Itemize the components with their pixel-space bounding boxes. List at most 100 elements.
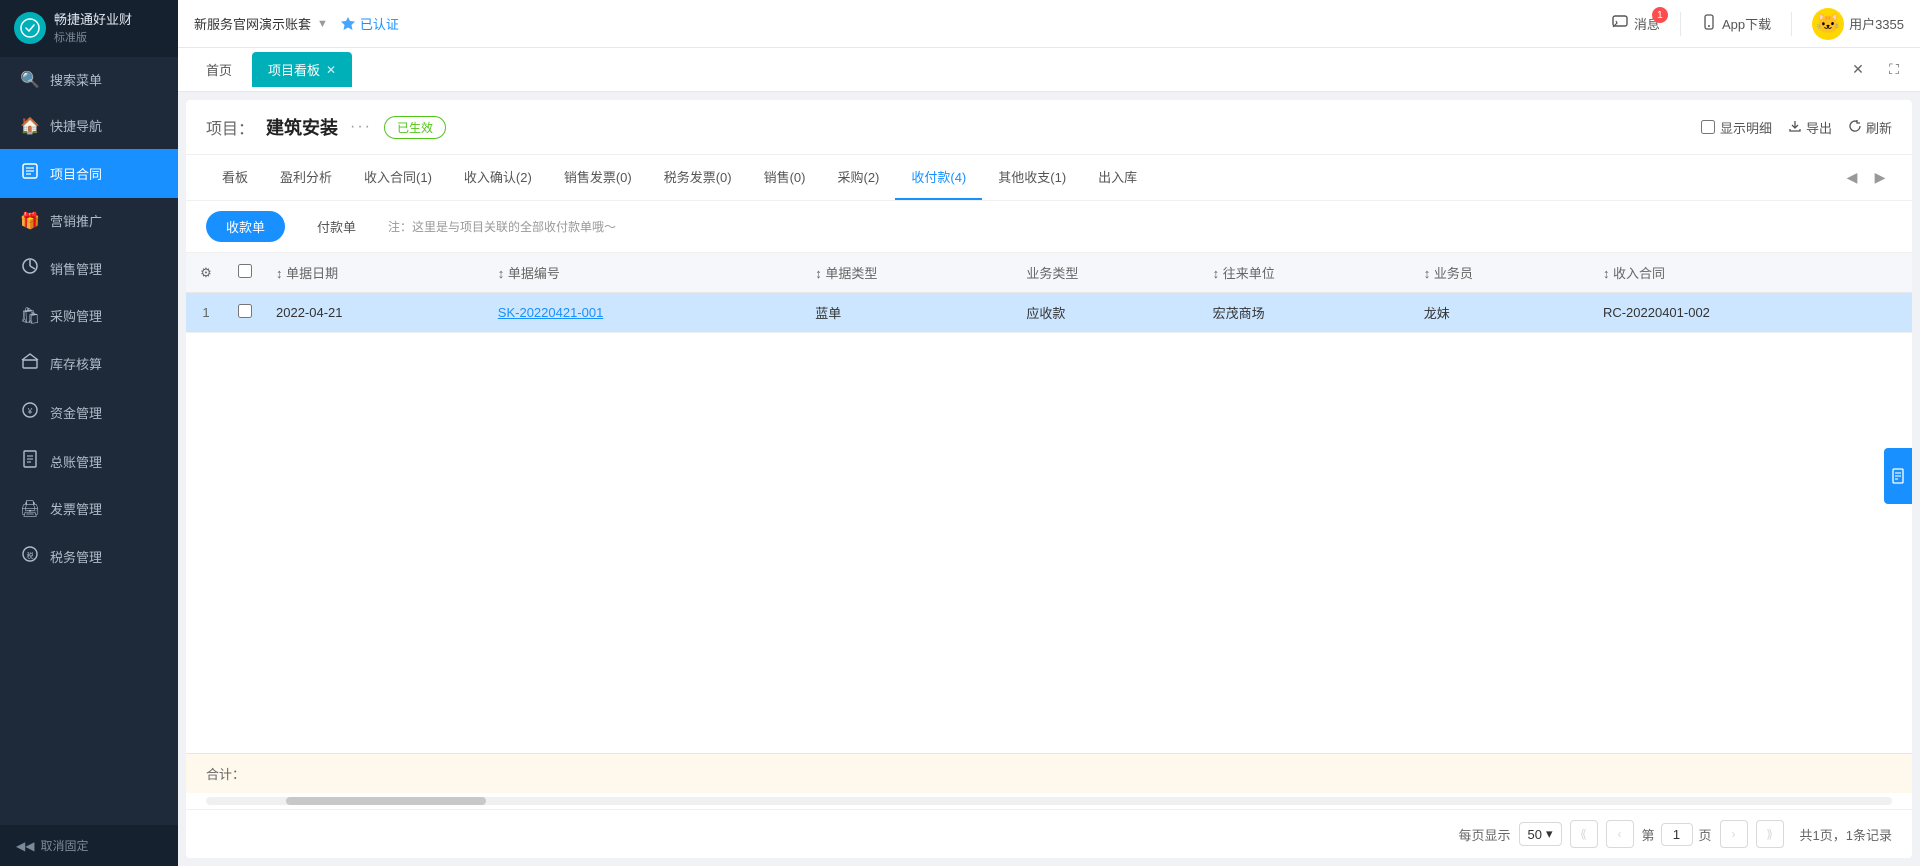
subtab-inout[interactable]: 出入库 bbox=[1082, 155, 1153, 200]
user-menu[interactable]: 🐱 用户3355 bbox=[1812, 8, 1904, 40]
data-table: ⚙ ↕ 单据日期 ↕ 单据编号 ↕ 单据类型 bbox=[186, 253, 1912, 333]
unpin-icon: ◀◀ bbox=[16, 839, 34, 853]
subtab-next-button[interactable]: ▶ bbox=[1868, 166, 1892, 190]
page-first-button[interactable]: ⟪ bbox=[1570, 820, 1598, 848]
project-title: 建筑安装 bbox=[266, 114, 338, 140]
th-checkbox bbox=[226, 253, 264, 293]
float-action-button[interactable] bbox=[1884, 448, 1912, 504]
subtab-nav: ◀ ▶ bbox=[1840, 166, 1892, 190]
page-size-select[interactable]: 50 ▾ bbox=[1519, 822, 1562, 846]
th-settings[interactable]: ⚙ bbox=[186, 253, 226, 293]
export-icon bbox=[1788, 119, 1802, 136]
table-row[interactable]: 1 2022-04-21 SK-20220421-001 蓝单 bbox=[186, 293, 1912, 333]
cell-income-contract: RC-20220401-002 bbox=[1591, 293, 1912, 333]
cell-type: 蓝单 bbox=[803, 293, 1014, 333]
sidebar-item-finance[interactable]: ¥ 资金管理 bbox=[0, 388, 178, 437]
subtab-kanban[interactable]: 看板 bbox=[206, 155, 264, 200]
page-next-button[interactable]: › bbox=[1720, 820, 1748, 848]
sidebar-item-purchase[interactable]: 🛍 采购管理 bbox=[0, 293, 178, 339]
th-partner[interactable]: ↕ 往来单位 bbox=[1201, 253, 1412, 293]
th-income-contract[interactable]: ↕ 收入合同 bbox=[1591, 253, 1912, 293]
scrollbar-track[interactable] bbox=[206, 797, 1892, 805]
app-download-button[interactable]: App下载 bbox=[1701, 14, 1771, 33]
divider bbox=[1680, 12, 1681, 36]
show-detail-input[interactable] bbox=[1701, 120, 1715, 134]
message-button[interactable]: 消息 1 bbox=[1611, 13, 1660, 34]
export-label: 导出 bbox=[1806, 118, 1832, 137]
tab-maximize-button[interactable]: ⛶ bbox=[1880, 56, 1908, 84]
tab-home[interactable]: 首页 bbox=[190, 52, 248, 87]
total-label: 合计： bbox=[206, 764, 245, 783]
project-label: 项目： bbox=[206, 115, 254, 139]
chart-icon bbox=[20, 257, 40, 280]
settings-icon[interactable]: ⚙ bbox=[200, 265, 212, 280]
page-prev-button[interactable]: ‹ bbox=[1606, 820, 1634, 848]
unpin-label: 取消固定 bbox=[40, 837, 88, 854]
doc-tab-payment[interactable]: 付款单 bbox=[297, 211, 376, 242]
sidebar-item-tax[interactable]: 税 税务管理 bbox=[0, 532, 178, 581]
sidebar-item-label: 项目合同 bbox=[50, 164, 102, 183]
th-salesperson[interactable]: ↕ 业务员 bbox=[1412, 253, 1591, 293]
unpin-button[interactable]: ◀◀ 取消固定 bbox=[0, 825, 178, 866]
sidebar-item-label: 发票管理 bbox=[50, 499, 102, 518]
cell-number[interactable]: SK-20220421-001 bbox=[486, 293, 803, 333]
subtabs: 看板 盈利分析 收入合同(1) 收入确认(2) 销售发票(0) 税务发票(0) … bbox=[186, 155, 1912, 201]
table-container: ⚙ ↕ 单据日期 ↕ 单据编号 ↕ 单据类型 bbox=[186, 253, 1912, 753]
doc-number-link[interactable]: SK-20220421-001 bbox=[498, 305, 604, 320]
sidebar-item-label: 库存核算 bbox=[50, 354, 102, 373]
account-dropdown-icon: ▼ bbox=[317, 18, 328, 30]
cell-partner: 宏茂商场 bbox=[1201, 293, 1412, 333]
sidebar-item-label: 资金管理 bbox=[50, 403, 102, 422]
gift-icon: 🎁 bbox=[20, 211, 40, 231]
doc-tabs: 收款单 付款单 注：这里是与项目关联的全部收付款单哦～ bbox=[186, 201, 1912, 253]
tab-close-icon[interactable]: ✕ bbox=[326, 63, 336, 77]
sidebar-item-label: 税务管理 bbox=[50, 547, 102, 566]
export-button[interactable]: 导出 bbox=[1788, 118, 1832, 137]
sidebar-item-label: 搜索菜单 bbox=[50, 70, 102, 89]
subtab-profit[interactable]: 盈利分析 bbox=[264, 155, 348, 200]
subtab-other-expense[interactable]: 其他收支(1) bbox=[982, 155, 1082, 200]
row-checkbox[interactable] bbox=[238, 304, 252, 318]
doc-tab-receipt[interactable]: 收款单 bbox=[206, 211, 285, 242]
sidebar-nav: 🔍 搜索菜单 🏠 快捷导航 项目合同 🎁 营销推广 bbox=[0, 57, 178, 825]
message-icon bbox=[1611, 13, 1629, 34]
sidebar-item-ledger[interactable]: 总账管理 bbox=[0, 437, 178, 486]
select-all-checkbox[interactable] bbox=[238, 264, 252, 278]
sidebar-item-invoice[interactable]: 🖨 发票管理 bbox=[0, 486, 178, 532]
subtab-purchase[interactable]: 采购(2) bbox=[821, 155, 895, 200]
th-biz-type: 业务类型 bbox=[1014, 253, 1200, 293]
sidebar-item-search[interactable]: 🔍 搜索菜单 bbox=[0, 57, 178, 103]
sidebar-item-marketing[interactable]: 🎁 营销推广 bbox=[0, 198, 178, 244]
tab-project-board[interactable]: 项目看板 ✕ bbox=[252, 52, 352, 87]
subtab-tax-invoice[interactable]: 税务发票(0) bbox=[648, 155, 748, 200]
th-type[interactable]: ↕ 单据类型 bbox=[803, 253, 1014, 293]
sidebar-item-inventory[interactable]: 库存核算 bbox=[0, 339, 178, 388]
th-date[interactable]: ↕ 单据日期 bbox=[264, 253, 486, 293]
th-date-label: ↕ 单据日期 bbox=[276, 266, 338, 281]
page-last-button[interactable]: ⟫ bbox=[1756, 820, 1784, 848]
subtab-receipt[interactable]: 收付款(4) bbox=[895, 155, 982, 200]
svg-text:¥: ¥ bbox=[27, 407, 33, 416]
show-detail-checkbox[interactable]: 显示明细 bbox=[1701, 118, 1772, 137]
page-number-input[interactable] bbox=[1661, 823, 1693, 846]
sidebar-item-project-contract[interactable]: 项目合同 bbox=[0, 149, 178, 198]
sidebar-item-sales[interactable]: 销售管理 bbox=[0, 244, 178, 293]
subtab-income-contract[interactable]: 收入合同(1) bbox=[348, 155, 448, 200]
th-number[interactable]: ↕ 单据编号 bbox=[486, 253, 803, 293]
scrollbar-thumb[interactable] bbox=[286, 797, 486, 805]
subtab-sales[interactable]: 销售(0) bbox=[748, 155, 822, 200]
subtab-prev-button[interactable]: ◀ bbox=[1840, 166, 1864, 190]
cell-checkbox bbox=[226, 293, 264, 333]
page-label: 第 bbox=[1642, 825, 1655, 844]
sidebar-item-quick-nav[interactable]: 🏠 快捷导航 bbox=[0, 103, 178, 149]
horizontal-scrollbar[interactable] bbox=[186, 793, 1912, 809]
search-icon: 🔍 bbox=[20, 70, 40, 90]
tabbar-controls: ✕ ⛶ bbox=[1844, 56, 1908, 84]
sidebar: 畅捷通好业财 标准版 🔍 搜索菜单 🏠 快捷导航 项目合同 bbox=[0, 0, 178, 866]
tab-minimize-button[interactable]: ✕ bbox=[1844, 56, 1872, 84]
subtab-sales-invoice[interactable]: 销售发票(0) bbox=[548, 155, 648, 200]
refresh-button[interactable]: 刷新 bbox=[1848, 118, 1892, 137]
subtab-income-confirm[interactable]: 收入确认(2) bbox=[448, 155, 548, 200]
project-more-button[interactable]: ··· bbox=[350, 118, 372, 136]
account-selector[interactable]: 新服务官网演示账套 ▼ bbox=[194, 14, 328, 33]
